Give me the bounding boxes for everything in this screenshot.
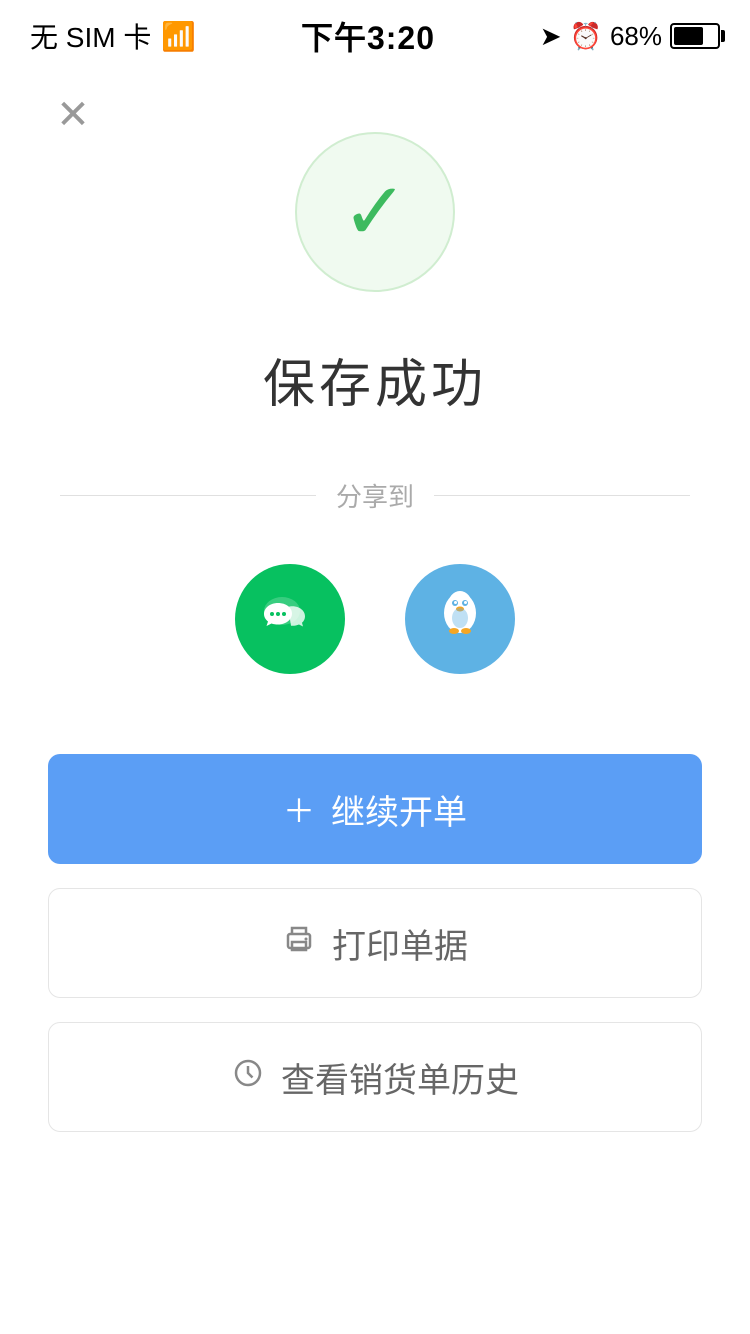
status-time: 下午3:20 — [301, 13, 435, 59]
status-right: ➤ ⏰ 68% — [540, 21, 720, 52]
history-label: 查看销货单历史 — [281, 1053, 519, 1102]
plus-icon: ＋ — [283, 786, 315, 832]
status-left: 无 SIM 卡 📶 — [30, 16, 196, 56]
battery-percent: 68% — [610, 21, 662, 52]
history-icon — [231, 1056, 265, 1098]
success-title: 保存成功 — [263, 342, 487, 417]
history-button[interactable]: 查看销货单历史 — [48, 1022, 702, 1132]
share-icons-group — [235, 564, 515, 674]
alarm-icon: ⏰ — [570, 21, 602, 52]
print-icon — [282, 922, 316, 964]
share-section: 分享到 — [0, 477, 750, 514]
carrier-text: 无 SIM 卡 — [30, 16, 151, 56]
continue-button[interactable]: ＋ 继续开单 — [48, 754, 702, 864]
battery-fill — [674, 27, 703, 45]
print-button[interactable]: 打印单据 — [48, 888, 702, 998]
qq-share-button[interactable] — [405, 564, 515, 674]
success-circle: ✓ — [295, 132, 455, 292]
print-label: 打印单据 — [332, 919, 468, 968]
wechat-icon — [260, 583, 320, 656]
location-icon: ➤ — [540, 21, 562, 52]
close-icon: ✕ — [56, 95, 90, 135]
status-bar: 无 SIM 卡 📶 下午3:20 ➤ ⏰ 68% — [0, 0, 750, 72]
checkmark-icon: ✓ — [341, 172, 408, 252]
close-button[interactable]: ✕ — [48, 90, 98, 140]
battery-indicator — [670, 23, 720, 49]
main-content: ✓ 保存成功 分享到 — [0, 72, 750, 1132]
divider-right — [434, 495, 690, 496]
share-label: 分享到 — [316, 477, 434, 514]
qq-icon — [430, 583, 490, 656]
wechat-share-button[interactable] — [235, 564, 345, 674]
divider-left — [60, 495, 316, 496]
wifi-icon: 📶 — [161, 20, 196, 53]
action-buttons: ＋ 继续开单 打印单据 查看销货单历史 — [0, 754, 750, 1132]
continue-label: 继续开单 — [331, 785, 467, 834]
